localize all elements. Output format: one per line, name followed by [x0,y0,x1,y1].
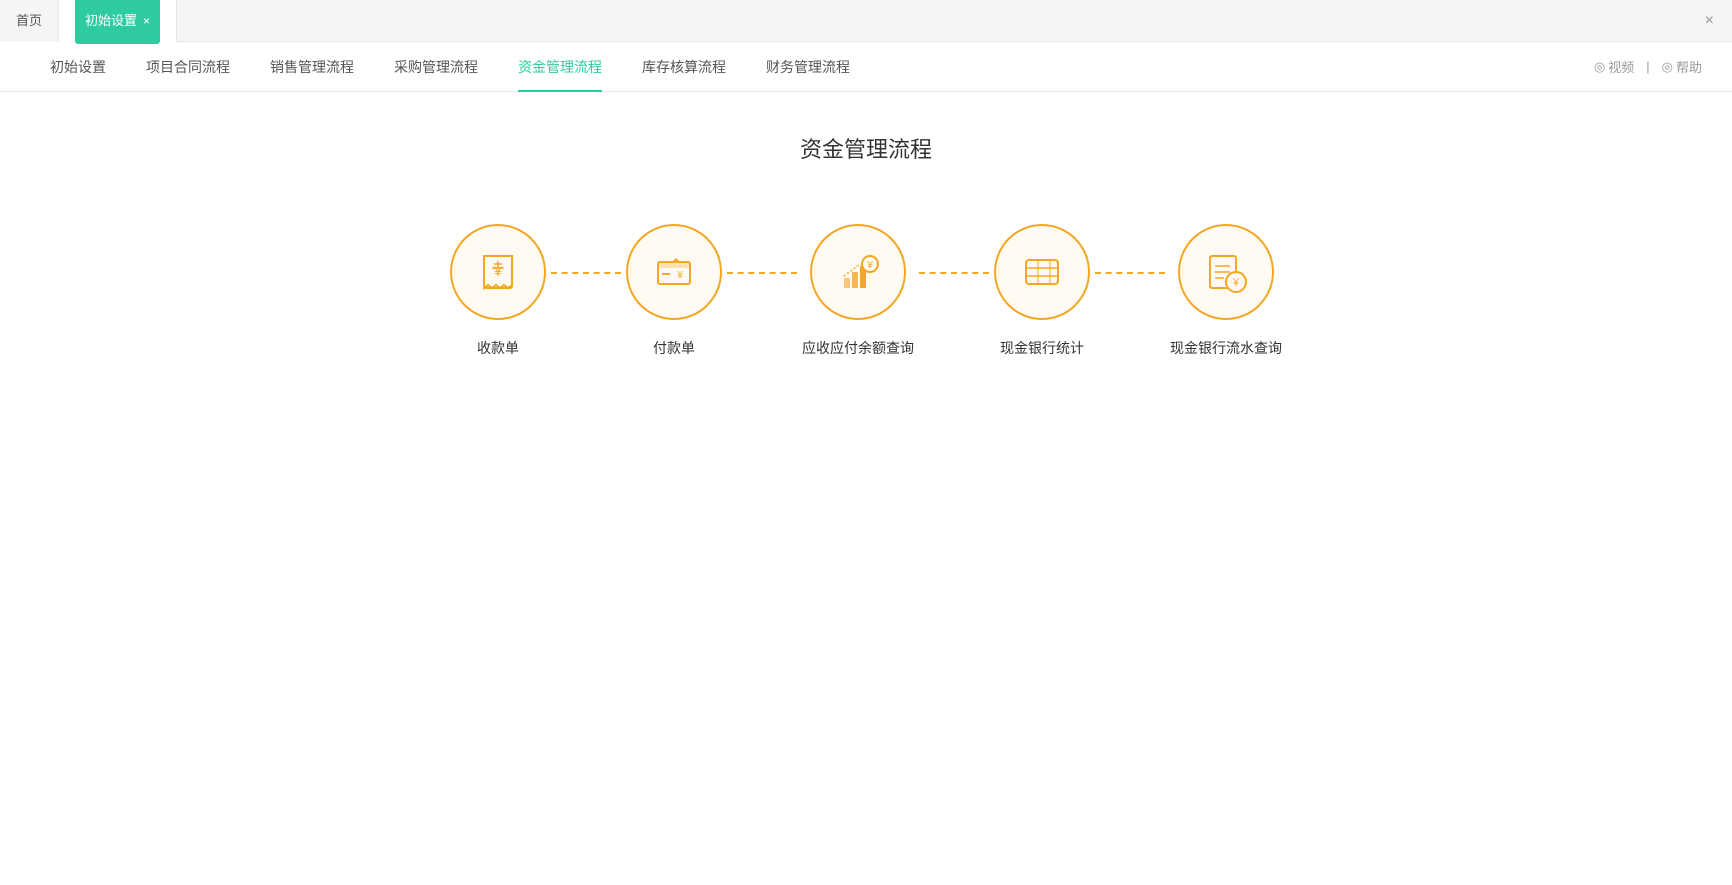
nav-item-inventory[interactable]: 库存核算流程 [622,42,746,92]
window-close-button[interactable]: × [1687,0,1732,42]
connector-1 [546,272,626,274]
svg-text:¥: ¥ [676,270,683,281]
main-content: 资金管理流程 ¥ 收款单 [0,92,1732,398]
active-tab-label: 初始设置 × [75,0,160,44]
flow-item-payment[interactable]: ¥ 付款单 [626,224,722,358]
balance-icon-circle: ¥ [810,224,906,320]
connector-4 [1090,272,1170,274]
banktrans-icon: ¥ [1202,248,1250,296]
help-icon: ◎ [1662,59,1673,75]
nav-item-finance[interactable]: 财务管理流程 [746,42,870,92]
receipt-label: 收款单 [477,338,519,358]
svg-text:¥: ¥ [866,260,873,271]
page-title: 资金管理流程 [800,132,932,164]
tab-close-icon[interactable]: × [143,0,150,42]
nav-item-sales[interactable]: 销售管理流程 [250,42,374,92]
banktrans-icon-circle: ¥ [1178,224,1274,320]
dots-line-3 [919,272,989,274]
nav-item-initial[interactable]: 初始设置 [30,42,126,92]
video-icon: ◎ [1594,59,1605,75]
payment-label: 付款单 [653,338,695,358]
balance-label: 应收应付余额查询 [802,338,914,358]
active-tab-text: 初始设置 [85,0,137,42]
svg-text:¥: ¥ [1232,277,1240,289]
video-link[interactable]: ◎ 视频 [1594,57,1634,76]
video-label: 视频 [1608,57,1634,76]
payment-icon: ¥ [650,248,698,296]
help-label: 帮助 [1676,57,1702,76]
flow-item-banktrans[interactable]: ¥ 现金银行流水查询 [1170,224,1282,358]
bankstat-label: 现金银行统计 [1000,338,1084,358]
receipt-icon: ¥ [474,248,522,296]
nav-menu: 初始设置 项目合同流程 销售管理流程 采购管理流程 资金管理流程 库存核算流程 … [0,42,1732,92]
flow-item-bankstat[interactable]: 现金银行统计 [994,224,1090,358]
home-tab[interactable]: 首页 [0,0,58,42]
banktrans-label: 现金银行流水查询 [1170,338,1282,358]
nav-item-project[interactable]: 项目合同流程 [126,42,250,92]
payment-icon-circle: ¥ [626,224,722,320]
bankstat-icon-circle [994,224,1090,320]
nav-item-capital[interactable]: 资金管理流程 [498,42,622,92]
bankstat-icon [1018,248,1066,296]
dots-line-1 [551,272,621,274]
active-tab[interactable]: 初始设置 × [58,0,177,42]
connector-3 [914,272,994,274]
connector-2 [722,272,802,274]
flow-item-balance[interactable]: ¥ 应收应付余额查询 [802,224,914,358]
dots-line-2 [727,272,797,274]
receipt-icon-circle: ¥ [450,224,546,320]
separator: | [1646,59,1649,74]
top-bar: 首页 初始设置 × × [0,0,1732,42]
balance-icon: ¥ [834,248,882,296]
nav-item-purchase[interactable]: 采购管理流程 [374,42,498,92]
nav-right: ◎ 视频 | ◎ 帮助 [1594,57,1702,76]
flow-item-receipt[interactable]: ¥ 收款单 [450,224,546,358]
help-link[interactable]: ◎ 帮助 [1662,57,1702,76]
flow-row: ¥ 收款单 ¥ 付款单 [450,224,1282,358]
dots-line-4 [1095,272,1165,274]
